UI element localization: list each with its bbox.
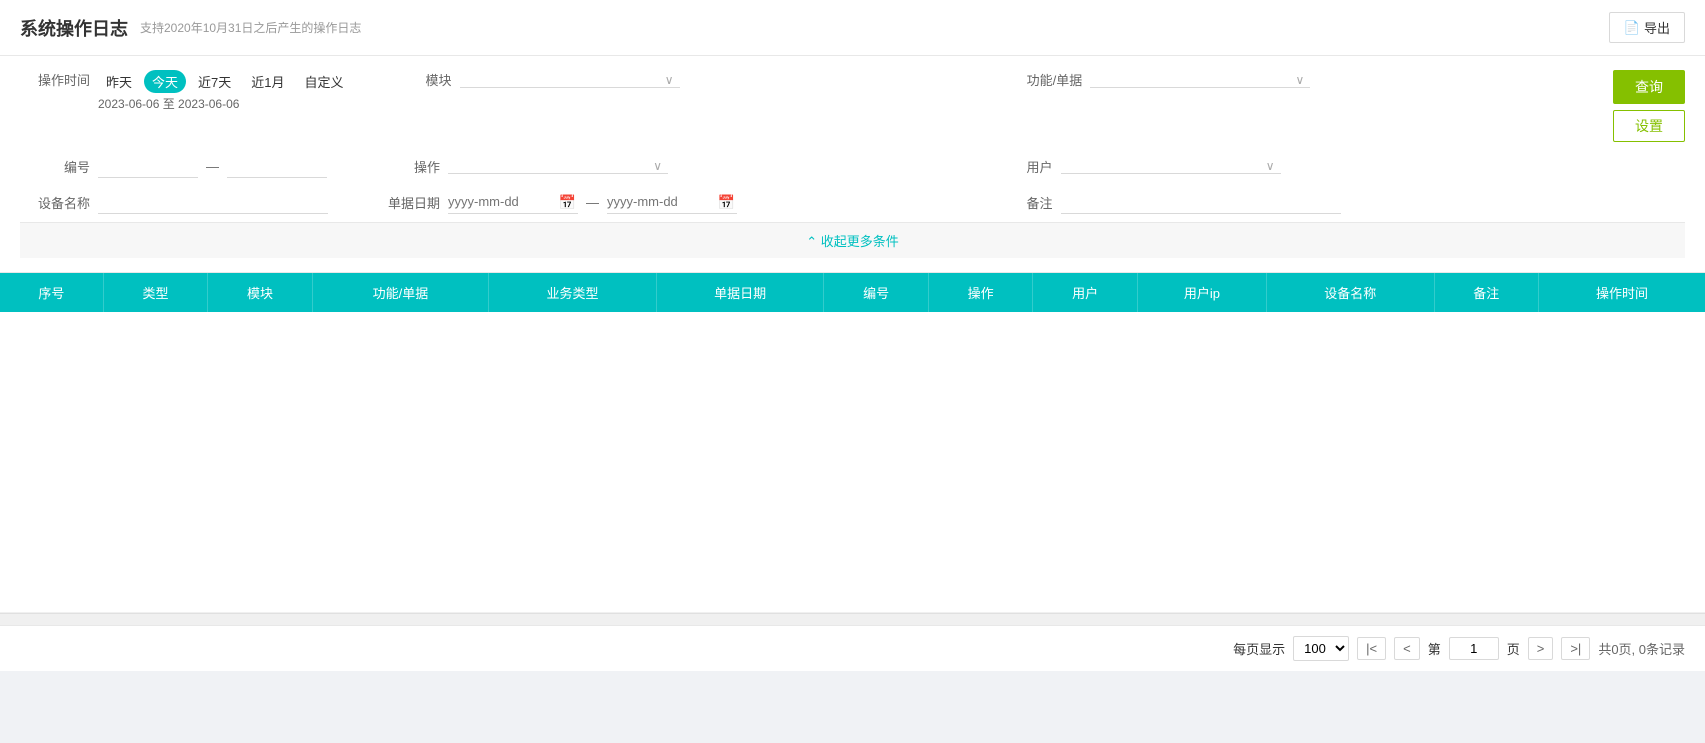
data-table: 序号类型模块功能/单据业务类型单据日期编号操作用户用户ip设备名称备注操作时间 <box>0 273 1705 613</box>
module-select-wrapper <box>460 72 680 88</box>
time-1month[interactable]: 近1月 <box>243 70 292 93</box>
page-header: 系统操作日志 支持2020年10月31日之后产生的操作日志 📄 导出 <box>0 0 1705 56</box>
first-page-btn[interactable]: |< <box>1357 637 1386 660</box>
table-body <box>0 312 1705 612</box>
remark-input[interactable] <box>1061 190 1341 214</box>
calendar-to-icon[interactable]: 📅 <box>718 194 735 211</box>
func-select-wrapper <box>1090 72 1310 88</box>
user-select-wrapper <box>1061 158 1281 174</box>
query-button[interactable]: 查询 <box>1613 70 1685 104</box>
time-custom[interactable]: 自定义 <box>297 70 352 93</box>
date-from-wrapper: 📅 <box>448 190 578 214</box>
prev-page-btn[interactable]: < <box>1394 637 1420 660</box>
table-col-用户: 用户 <box>1033 273 1137 312</box>
collapse-bar[interactable]: ⌃ 收起更多条件 <box>20 222 1685 258</box>
func-select[interactable] <box>1090 72 1310 88</box>
action-buttons: 查询 设置 <box>1613 70 1685 142</box>
device-input[interactable] <box>98 190 328 214</box>
operation-select-wrapper <box>448 158 668 174</box>
table-col-备注: 备注 <box>1434 273 1538 312</box>
time-yesterday[interactable]: 昨天 <box>98 70 140 93</box>
page-title: 系统操作日志 <box>20 15 128 41</box>
page-label: 第 <box>1428 639 1441 658</box>
table-col-操作时间: 操作时间 <box>1539 273 1705 312</box>
table-col-单据日期: 单据日期 <box>656 273 824 312</box>
table-header: 序号类型模块功能/单据业务类型单据日期编号操作用户用户ip设备名称备注操作时间 <box>0 273 1705 312</box>
empty-row <box>0 312 1705 612</box>
export-icon: 📄 <box>1624 20 1640 36</box>
code-dash: — <box>206 159 219 174</box>
code-label: 编号 <box>20 157 90 176</box>
table-col-设备名称: 设备名称 <box>1266 273 1434 312</box>
code-end-input[interactable] <box>227 154 327 178</box>
collapse-label: 收起更多条件 <box>821 234 899 249</box>
voucher-date-label: 单据日期 <box>370 193 440 212</box>
date-range-display: 2023-06-06 至 2023-06-06 <box>98 95 352 112</box>
pagination-bar: 每页显示 100 50 200 |< < 第 页 > >| 共0页, 0条记录 <box>0 625 1705 671</box>
device-label: 设备名称 <box>20 193 90 212</box>
table-col-序号: 序号 <box>0 273 103 312</box>
table-col-类型: 类型 <box>103 273 207 312</box>
module-label: 模块 <box>382 70 452 89</box>
table-col-操作: 操作 <box>928 273 1032 312</box>
func-label: 功能/单据 <box>1012 70 1082 89</box>
operation-select[interactable] <box>448 158 668 174</box>
time-7days[interactable]: 近7天 <box>190 70 239 93</box>
settings-button[interactable]: 设置 <box>1613 110 1685 142</box>
time-today[interactable]: 今天 <box>144 70 186 93</box>
code-start-input[interactable] <box>98 154 198 178</box>
table-col-用户ip: 用户ip <box>1137 273 1266 312</box>
per-page-label: 每页显示 <box>1233 639 1285 658</box>
remark-label: 备注 <box>983 193 1053 212</box>
date-to-wrapper: 📅 <box>607 190 737 214</box>
total-info: 共0页, 0条记录 <box>1598 639 1685 658</box>
horizontal-scrollbar[interactable] <box>0 613 1705 625</box>
table-container: 序号类型模块功能/单据业务类型单据日期编号操作用户用户ip设备名称备注操作时间 <box>0 273 1705 613</box>
table-col-业务类型: 业务类型 <box>489 273 657 312</box>
module-select[interactable] <box>460 72 680 88</box>
page-input[interactable] <box>1449 637 1499 660</box>
user-label: 用户 <box>983 157 1053 176</box>
per-page-select[interactable]: 100 50 200 <box>1293 636 1349 661</box>
table-col-模块: 模块 <box>208 273 312 312</box>
export-button[interactable]: 📄 导出 <box>1609 12 1685 43</box>
page-subtitle: 支持2020年10月31日之后产生的操作日志 <box>140 19 361 36</box>
calendar-from-icon[interactable]: 📅 <box>559 194 576 211</box>
date-dash: — <box>586 195 599 210</box>
next-page-btn[interactable]: > <box>1528 637 1554 660</box>
user-select[interactable] <box>1061 158 1281 174</box>
collapse-icon: ⌃ <box>806 234 821 249</box>
time-label: 操作时间 <box>20 70 90 89</box>
last-page-btn[interactable]: >| <box>1561 637 1590 660</box>
operation-label: 操作 <box>370 157 440 176</box>
filter-panel: 操作时间 昨天 今天 近7天 近1月 自定义 2023-06-06 至 2023… <box>0 56 1705 273</box>
table-col-编号: 编号 <box>824 273 928 312</box>
table-col-功能/单据: 功能/单据 <box>312 273 488 312</box>
page-suffix: 页 <box>1507 639 1520 658</box>
